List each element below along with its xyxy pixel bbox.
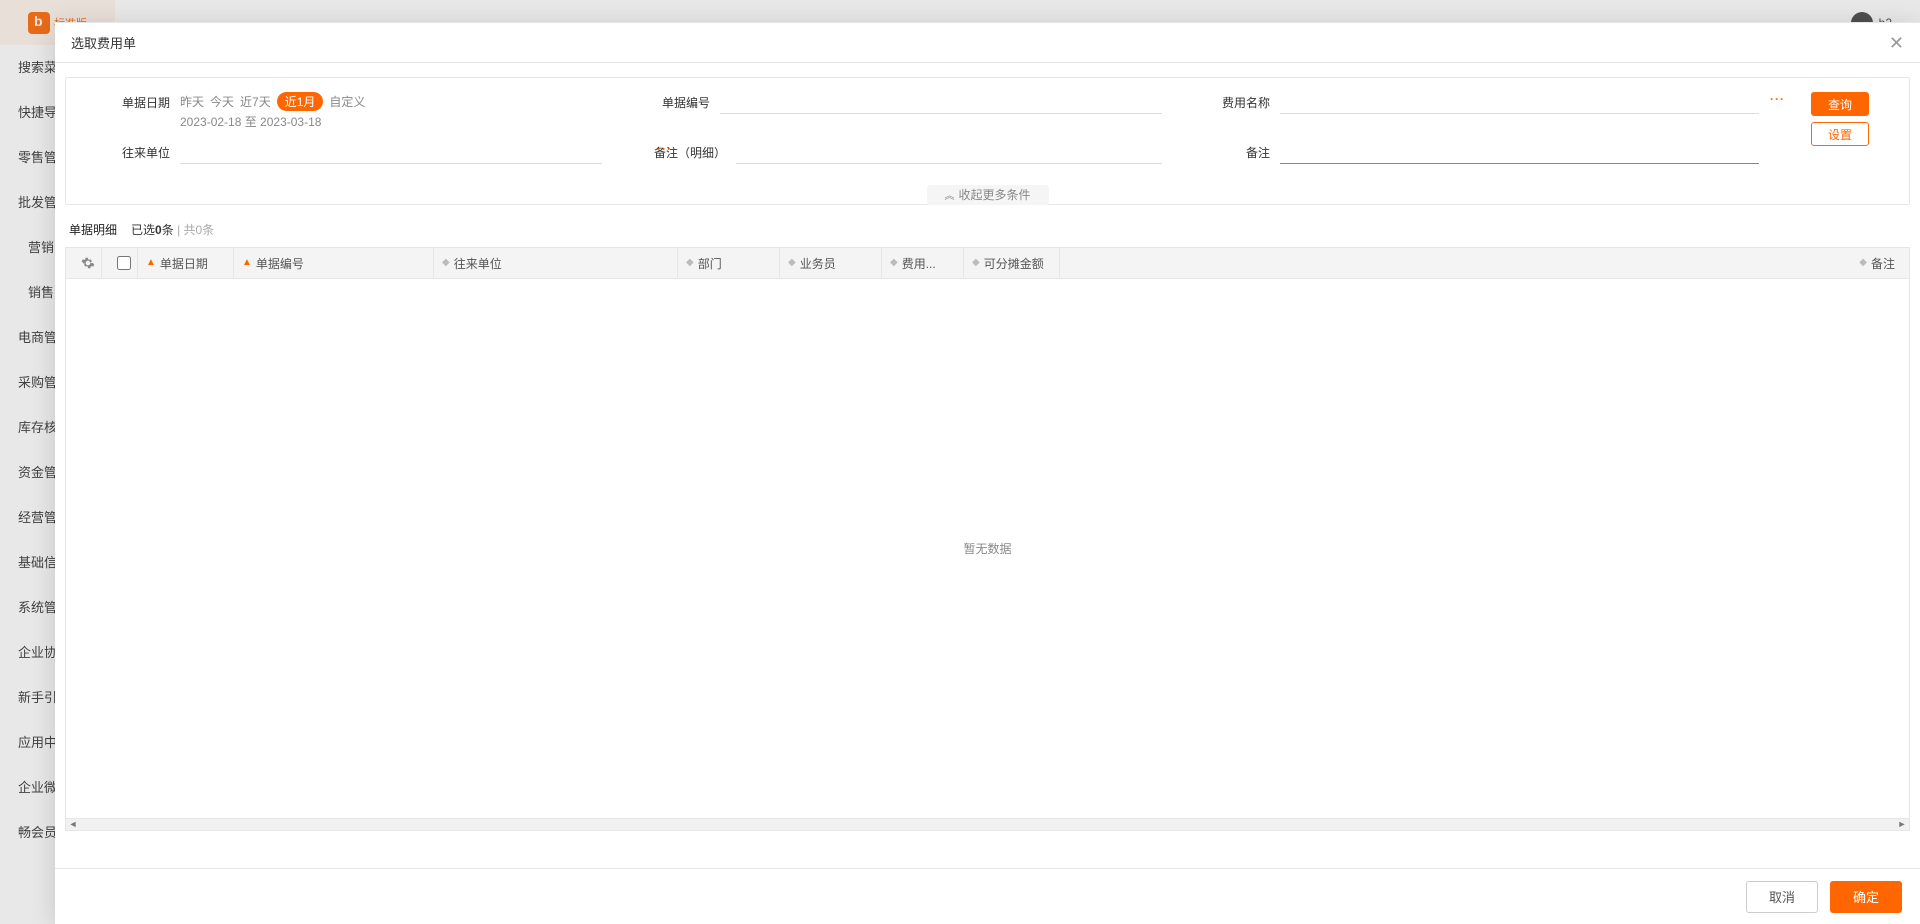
select-all-cell — [102, 248, 138, 278]
sort-icon: ◆ — [890, 258, 898, 268]
col-label: 业务员 — [800, 255, 836, 272]
modal-footer: 取消 确定 — [55, 868, 1920, 924]
date-opt-custom[interactable]: 自定义 — [329, 93, 365, 110]
select-fee-modal: 选取费用单 ✕ 单据日期 昨天 今天 近7天 近1月 自定义 2023-0 — [55, 22, 1920, 924]
col-label: 费用... — [902, 255, 936, 272]
col-fee[interactable]: ◆ 费用... — [882, 248, 964, 278]
empty-text: 暂无数据 — [963, 540, 1011, 557]
detail-remark-input[interactable] — [736, 138, 1162, 164]
sort-icon: ◆ — [442, 258, 450, 268]
sort-icon: ▲ — [146, 258, 156, 268]
filter-actions: 查询 设置 — [1811, 92, 1869, 146]
horizontal-scrollbar[interactable]: ◄ ► — [65, 819, 1910, 831]
cancel-button[interactable]: 取消 — [1746, 881, 1818, 913]
total-text: 共0条 — [184, 223, 215, 237]
col-label: 备注 — [1871, 255, 1895, 272]
search-button[interactable]: 查询 — [1811, 92, 1869, 116]
col-dept[interactable]: ◆ 部门 — [678, 248, 780, 278]
filter-doc-no: 单据编号 — [646, 88, 1206, 130]
filter-detail-remark: 备注（明细） — [646, 138, 1206, 176]
grid-body: 暂无数据 — [65, 279, 1910, 819]
date-opt-month[interactable]: 近1月 — [277, 92, 324, 111]
col-label: 单据日期 — [160, 255, 208, 272]
ok-button[interactable]: 确定 — [1830, 881, 1902, 913]
close-icon[interactable]: ✕ — [1889, 34, 1904, 52]
filter-label: 往来单位 — [106, 138, 180, 161]
doc-no-input[interactable] — [720, 88, 1162, 114]
collapse-filters-button[interactable]: 收起更多条件 — [927, 185, 1049, 205]
col-amount[interactable]: ◆ 可分摊金额 — [964, 248, 1060, 278]
partner-input[interactable] — [180, 138, 602, 164]
col-remark[interactable]: ◆ 备注 — [1060, 248, 1909, 278]
scroll-left-icon[interactable]: ◄ — [66, 819, 80, 829]
section-bar: 单据明细 已选0条 | 共0条 — [65, 211, 1910, 247]
column-settings-button[interactable] — [66, 248, 102, 278]
modal-title: 选取费用单 — [71, 33, 136, 52]
filter-panel: 单据日期 昨天 今天 近7天 近1月 自定义 2023-02-18 至 2023… — [65, 77, 1910, 205]
fee-name-input[interactable] — [1280, 88, 1759, 114]
grid-header: ▲ 单据日期 ▲ 单据编号 ◆ 往来单位 ◆ 部门 ◆ 业务员 ◆ 费用... ◆ 可分摊金额… — [65, 247, 1910, 279]
col-doc-no[interactable]: ▲ 单据编号 — [234, 248, 434, 278]
filter-settings-button[interactable]: 设置 — [1811, 122, 1869, 146]
remark-input[interactable] — [1280, 138, 1759, 164]
date-opt-yesterday[interactable]: 昨天 — [180, 93, 204, 110]
filter-label: 费用名称 — [1206, 88, 1280, 111]
sort-icon: ◆ — [686, 258, 694, 268]
selected-suffix: 条 — [162, 223, 174, 237]
total-count: | 共0条 — [177, 223, 214, 237]
filter-partner: 往来单位 ··· — [106, 138, 646, 176]
col-label: 可分摊金额 — [984, 255, 1044, 272]
lookup-icon[interactable]: ··· — [657, 142, 672, 156]
select-all-checkbox[interactable] — [117, 256, 131, 270]
selected-prefix: 已选 — [131, 223, 155, 237]
col-operator[interactable]: ◆ 业务员 — [780, 248, 882, 278]
selected-number: 0 — [155, 223, 162, 237]
sort-icon: ◆ — [1859, 258, 1867, 268]
section-title: 单据明细 — [69, 221, 117, 238]
sort-icon: ◆ — [788, 258, 796, 268]
col-label: 部门 — [698, 255, 722, 272]
date-opt-week[interactable]: 近7天 — [240, 93, 271, 110]
modal-header: 选取费用单 ✕ — [55, 23, 1920, 63]
filter-fee-name: 费用名称 ··· — [1206, 88, 1869, 130]
selected-count: 已选0条 | 共0条 — [131, 221, 214, 238]
col-label: 往来单位 — [454, 255, 502, 272]
modal-body: 单据日期 昨天 今天 近7天 近1月 自定义 2023-02-18 至 2023… — [55, 63, 1920, 868]
col-doc-date[interactable]: ▲ 单据日期 — [138, 248, 234, 278]
filter-label: 备注 — [1206, 138, 1280, 161]
sort-icon: ▲ — [242, 258, 252, 268]
lookup-icon[interactable]: ··· — [1770, 92, 1785, 106]
col-partner[interactable]: ◆ 往来单位 — [434, 248, 678, 278]
date-opt-today[interactable]: 今天 — [210, 93, 234, 110]
gear-icon — [81, 256, 95, 270]
date-quick-options: 昨天 今天 近7天 近1月 自定义 — [180, 88, 646, 111]
scroll-right-icon[interactable]: ► — [1895, 819, 1909, 829]
date-range-text: 2023-02-18 至 2023-03-18 — [180, 113, 646, 130]
filter-label: 单据编号 — [646, 88, 720, 111]
filter-label: 单据日期 — [106, 88, 180, 111]
sort-icon: ◆ — [972, 258, 980, 268]
filter-doc-date: 单据日期 昨天 今天 近7天 近1月 自定义 2023-02-18 至 2023… — [106, 88, 646, 130]
filter-remark: 备注 — [1206, 138, 1869, 176]
col-label: 单据编号 — [256, 255, 304, 272]
